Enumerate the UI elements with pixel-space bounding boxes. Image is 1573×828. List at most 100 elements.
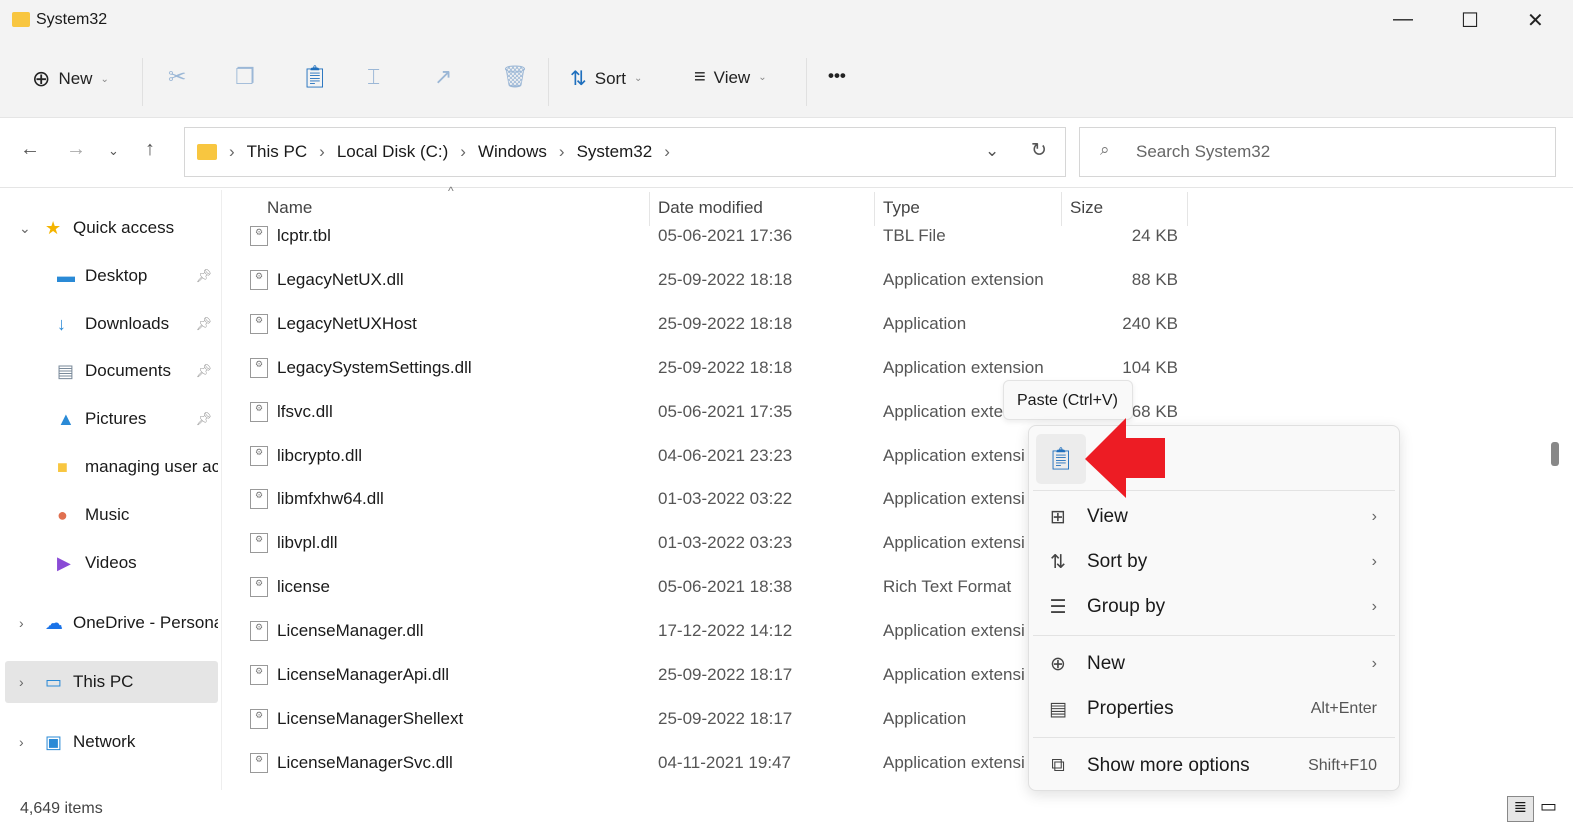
file-name: license [277,577,330,597]
copy-icon[interactable]: ❐ [235,64,255,90]
list-icon: ≡ [694,66,706,88]
file-name: LegacySystemSettings.dll [277,357,472,377]
file-name: LegacyNetUXHost [277,313,417,333]
maximize-button[interactable]: ☐ [1461,8,1479,33]
address-dropdown-icon[interactable]: ⌄ [985,141,999,161]
column-type[interactable]: Type [883,198,920,218]
new-button[interactable]: ⊕ New ⌄ [32,66,109,92]
cut-icon[interactable]: ✂ [168,64,186,90]
date-modified: 25-09-2022 18:18 [658,269,793,289]
file-size: 104 KB [1122,357,1178,377]
expand-icon[interactable]: › [19,734,24,750]
plus-circle-icon: ⊕ [1050,653,1066,675]
breadcrumb-this-pc[interactable]: This PC [247,142,307,162]
details-view-button[interactable]: ≣ [1507,796,1534,822]
file-name: lfsvc.dll [277,401,333,421]
column-name[interactable]: Name [267,198,312,218]
delete-icon[interactable]: 🗑︎ [501,64,529,90]
recent-locations-button[interactable]: ⌄ [108,143,119,159]
file-type: Application extensi [883,621,1025,641]
expand-icon[interactable]: › [19,674,24,690]
refresh-icon[interactable]: ↻ [1031,139,1047,162]
sidebar-item-music[interactable]: ● Music [5,494,218,536]
picture-icon: ▲ [57,408,75,429]
date-modified: 01-03-2022 03:22 [658,489,793,509]
address-row: ← → ⌄ ↑ › This PC › Local Disk (C:) › Wind… [0,118,1573,188]
navigation-pane: ⌄ ★ Quick access ▬ Desktop 📌︎ ↓ Downloads 📌︎ ▤ Doc… [0,190,222,790]
sidebar-item-videos[interactable]: ▶ Videos [5,542,218,584]
pin-icon: 📌︎ [195,316,212,331]
minimize-button[interactable]: — [1393,8,1413,31]
date-modified: 25-09-2022 18:17 [658,708,793,728]
sidebar-item-label: Videos [85,553,137,572]
item-count: 4,649 items [20,800,103,817]
file-row[interactable]: ⚙ LegacyNetUXHost 25-09-2022 18:18 Applicat… [222,304,1222,344]
folder-icon: ■ [57,456,68,477]
sidebar-item-onedrive-persona[interactable]: › ☁ OneDrive - Persona [5,602,218,644]
file-icon: ⚙ [250,577,268,598]
address-bar[interactable]: › This PC › Local Disk (C:) › Windows › Sys… [184,127,1066,177]
file-type: Application extensi [883,533,1025,553]
sidebar-item-quick-access[interactable]: ⌄ ★ Quick access [5,207,218,249]
red-arrow-annotation [1085,418,1165,498]
column-size[interactable]: Size [1070,198,1103,218]
expand-icon[interactable]: › [19,615,24,631]
search-input[interactable]: ⌕ Search System32 [1079,127,1556,177]
sidebar-item-network[interactable]: › ▣ Network [5,721,218,763]
folder-icon [12,12,30,27]
sidebar-item-this-pc[interactable]: › ▭ This PC [5,661,218,703]
sidebar-item-downloads[interactable]: ↓ Downloads 📌︎ [5,303,218,345]
breadcrumb-system32[interactable]: System32 [577,142,653,162]
file-type: Application extensi [883,445,1025,465]
forward-button[interactable]: → [66,138,86,161]
menu-item-view[interactable]: ⊞ View › [1029,496,1399,538]
desktop-icon: ▬ [57,265,75,286]
video-icon: ▶ [57,552,71,573]
close-button[interactable]: ✕ [1527,8,1544,33]
collapse-icon[interactable]: ⌄ [19,220,31,237]
file-name: LicenseManagerSvc.dll [277,752,453,772]
sidebar-item-desktop[interactable]: ▬ Desktop 📌︎ [5,255,218,297]
file-type: Application extensi [883,752,1025,772]
date-modified: 05-06-2021 18:38 [658,577,793,597]
file-icon: ⚙ [250,489,268,510]
menu-item-group-by[interactable]: ☰ Group by › [1029,586,1399,628]
breadcrumb-windows[interactable]: Windows [478,142,547,162]
file-icon: ⚙ [250,752,268,773]
sort-button[interactable]: ⇅ Sort ⌄ [570,66,642,91]
file-icon: ⚙ [250,665,268,685]
menu-item-show-more-options[interactable]: ⧉ Show more options Shift+F10 [1029,745,1399,787]
paste-icon[interactable]: 📋︎ [301,64,329,90]
file-name: LicenseManagerApi.dll [277,665,449,684]
chevron-right-icon: › [1371,655,1377,672]
file-name: libcrypto.dll [277,445,363,465]
file-row[interactable]: ⚙ LegacyNetUX.dll 25-09-2022 18:18 Applicat… [222,260,1222,300]
file-icon: ⚙ [250,226,268,246]
more-options-button[interactable]: ••• [828,66,846,86]
menu-item-properties[interactable]: ▤ Properties Alt+Enter [1029,688,1399,730]
sidebar-item-managing-user-ac[interactable]: ■ managing user ac [5,446,218,488]
column-date[interactable]: Date modified [658,198,763,218]
file-name: libmfxhw64.dll [277,489,384,509]
vertical-scrollbar[interactable] [1551,442,1559,466]
sidebar-item-documents[interactable]: ▤ Documents 📌︎ [5,350,218,392]
sidebar-item-pictures[interactable]: ▲ Pictures 📌︎ [5,398,218,440]
sidebar-item-label: This PC [73,672,134,691]
chevron-right-icon: › [1371,553,1377,570]
paste-button[interactable]: 📋︎ [1036,434,1086,484]
back-button[interactable]: ← [20,138,40,161]
date-modified: 05-06-2021 17:36 [658,226,793,245]
menu-item-sort-by[interactable]: ⇅ Sort by › [1029,541,1399,583]
paste-icon: 📋︎ [1047,446,1075,471]
file-row[interactable]: ⚙ lcptr.tbl 05-06-2021 17:36 TBL File 24 KB [222,216,1222,256]
tiles-view-button[interactable]: ▭ [1540,796,1557,817]
rename-icon[interactable]: ⌶ [367,64,380,90]
view-button[interactable]: ≡ View ⌄ [694,66,767,89]
file-type: Rich Text Format [883,577,1012,597]
breadcrumb-local-disk[interactable]: Local Disk (C:) [337,142,448,162]
menu-item-label: View [1087,506,1128,527]
share-icon[interactable]: ↗ [434,64,452,90]
up-button[interactable]: ↑ [145,138,155,161]
menu-item-new[interactable]: ⊕ New › [1029,643,1399,685]
grid-icon: ⊞ [1050,506,1066,528]
